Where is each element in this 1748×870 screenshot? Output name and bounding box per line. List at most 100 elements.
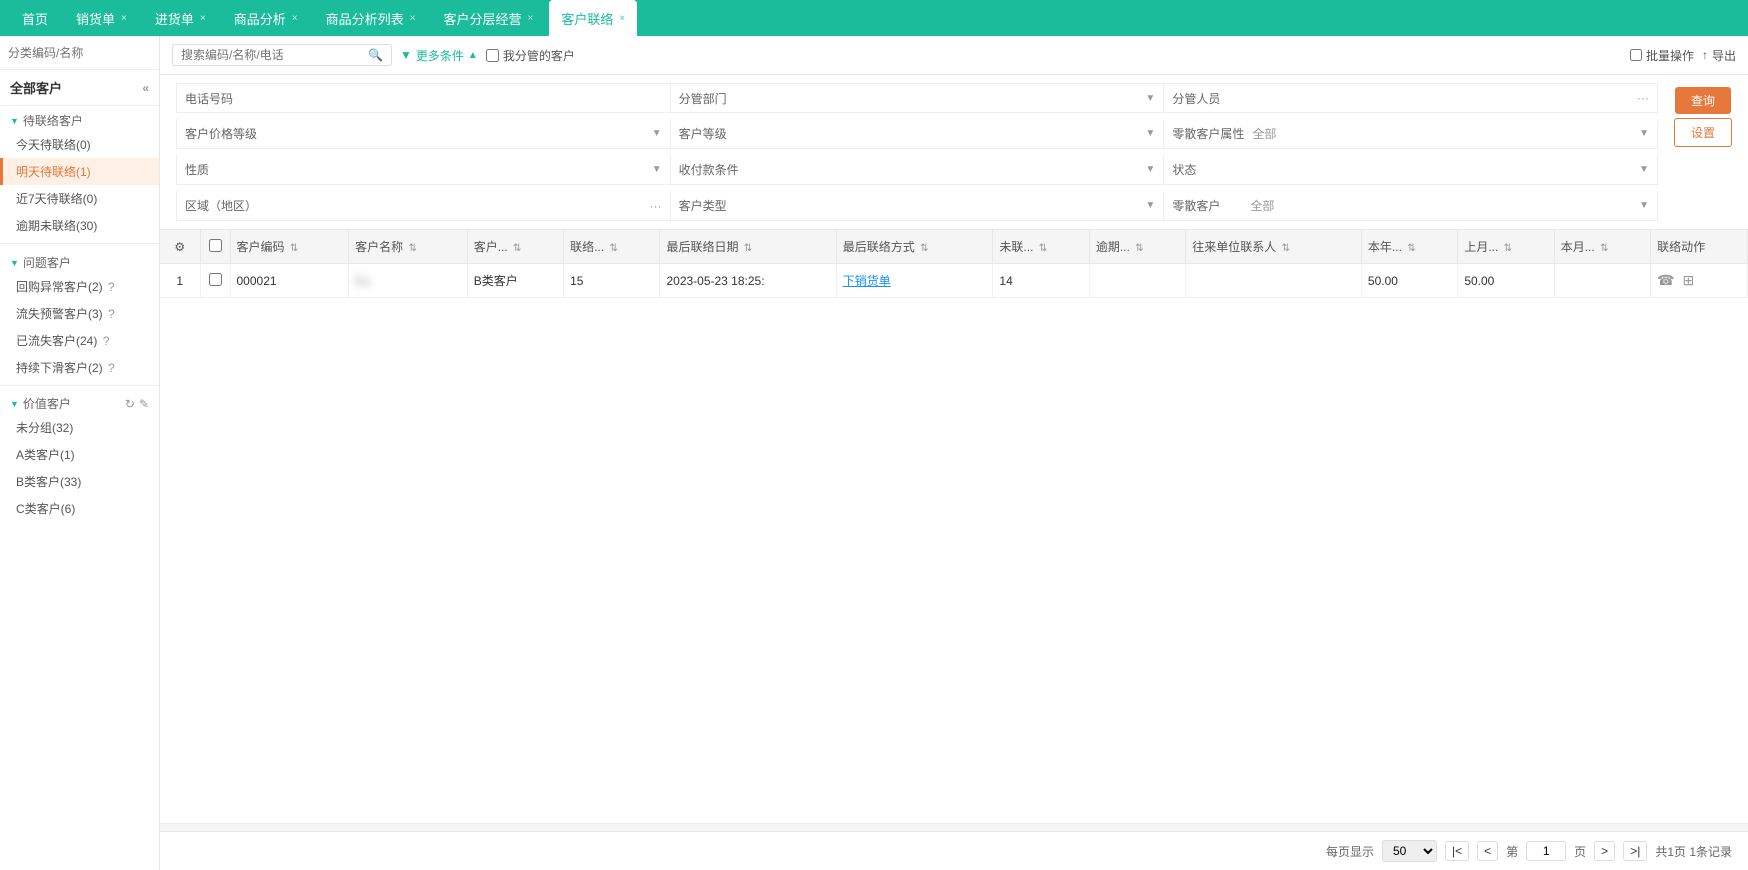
sort-date-icon[interactable]: ⇅ [744,243,752,254]
sidebar-item-ungroup[interactable]: 未分组(32) [0,414,159,441]
phone-action-icon[interactable]: ☎ [1657,272,1674,289]
sort-code-icon[interactable]: ⇅ [290,243,298,254]
sort-thismonth-icon[interactable]: ⇅ [1600,243,1608,254]
row-checkbox[interactable] [209,273,222,286]
sort-method-icon[interactable]: ⇅ [920,243,928,254]
sidebar-item-repurchase[interactable]: 回购异常客户(2) ? [0,273,159,300]
sidebar-all-customers[interactable]: 全部客户 « [0,70,159,106]
sidebar-group-value[interactable]: 价值客户 [10,395,71,412]
toolbar-search-input[interactable] [181,48,368,62]
sort-count-icon[interactable]: ⇅ [609,243,617,254]
col-checkbox[interactable] [200,230,230,264]
sidebar-group-problem[interactable]: 问题客户 [0,248,159,273]
filter-nature-label: 性质 [185,161,255,178]
close-purchase-icon[interactable]: × [200,13,206,24]
nav-customer-tier[interactable]: 客户分层经营 × [431,0,545,36]
action-icons: ☎ ⊞ [1657,272,1741,289]
sort-thisyear-icon[interactable]: ⇅ [1407,243,1415,254]
filter-customer-type-select[interactable]: ▼ [757,200,1156,211]
sort-name-icon[interactable]: ⇅ [408,243,416,254]
col-settings[interactable]: ⚙ [160,230,200,264]
last-page-button[interactable]: >| [1623,841,1647,861]
set-button[interactable]: 设置 [1674,118,1732,147]
sidebar-group-pending[interactable]: 待联络客户 [0,106,159,131]
filter-price-grade-select[interactable]: ▼ [265,128,662,139]
cell-contact-person [1186,264,1362,298]
nav-sales[interactable]: 销货单 × [64,0,139,36]
filter-payment-select[interactable]: ▼ [757,164,1156,175]
filter-person-dots[interactable]: ··· [1637,91,1649,105]
cell-checkbox[interactable] [200,264,230,298]
nav-home[interactable]: 首页 [10,0,60,36]
sort-person-icon[interactable]: ⇅ [1282,243,1290,254]
cell-last-method[interactable]: 下销货单 [836,264,993,298]
filter-region-select[interactable]: ··· [265,199,662,213]
nav-product-list[interactable]: 商品分析列表 × [314,0,428,36]
filter-retail-customer-select[interactable]: 全部 ▼ [1250,197,1649,214]
filter-nature-select[interactable]: ▼ [263,164,662,175]
filter-status-select[interactable]: ▼ [1250,164,1649,175]
more-filter-button[interactable]: ▼ 更多条件 ▲ [400,47,478,64]
filter-person-select[interactable]: ··· [1250,91,1649,105]
sidebar-item-lost[interactable]: 已流失客户(24) ? [0,327,159,354]
close-sales-icon[interactable]: × [121,13,127,24]
sidebar-item-overdue[interactable]: 逾期未联络(30) [0,212,159,239]
sort-overdue-icon[interactable]: ⇅ [1135,243,1143,254]
per-page-select[interactable]: 50 100 200 [1382,840,1437,862]
batch-operation-button[interactable]: 批量操作 [1630,47,1694,64]
sidebar-item-lostwarning[interactable]: 流失预警客户(3) ? [0,300,159,327]
close-customer-tier-icon[interactable]: × [527,13,533,24]
sidebar-item-declining[interactable]: 持续下滑客户(2) ? [0,354,159,381]
settings-icon[interactable]: ⚙ [174,240,185,254]
first-page-button[interactable]: |< [1445,841,1469,861]
filter-customer-grade-select[interactable]: ▼ [757,128,1156,139]
filter-region-dots[interactable]: ··· [650,199,662,213]
batch-checkbox[interactable] [1630,49,1642,61]
sidebar-item-today[interactable]: 今天待联络(0) [0,131,159,158]
sort-lastmonth-icon[interactable]: ⇅ [1504,243,1512,254]
last-method-link[interactable]: 下销货单 [843,274,891,288]
nav-customer-contact[interactable]: 客户联络 × [549,0,637,36]
sort-type-icon[interactable]: ⇅ [513,243,521,254]
next-page-button[interactable]: > [1594,841,1615,861]
page-input[interactable] [1526,841,1566,861]
filter-retail-customer: 零散客户 全部 ▼ [1164,191,1658,221]
nav-purchase[interactable]: 进货单 × [143,0,218,36]
main-layout: 🔍 全部客户 « 待联络客户 今天待联络(0) 明天待联络(1) 近7天待联络(… [0,36,1748,870]
close-product-analysis-icon[interactable]: × [292,13,298,24]
filter-customer-type: 客户类型 ▼ [671,191,1165,221]
grid-action-icon[interactable]: ⊞ [1683,272,1695,289]
filter-nature-arrow: ▼ [652,164,662,175]
sidebar-item-tomorrow[interactable]: 明天待联络(1) [0,158,159,185]
nav-product-analysis[interactable]: 商品分析 × [222,0,310,36]
my-customers-checkbox[interactable] [486,49,499,62]
sidebar-refresh-icon[interactable]: ↻ [125,397,135,411]
sort-nocontact-icon[interactable]: ⇅ [1039,243,1047,254]
sidebar-item-ctype[interactable]: C类客户(6) [0,495,159,522]
sidebar-search-input[interactable] [8,46,160,60]
filter-nature: 性质 ▼ [176,155,671,185]
filter-phone-input[interactable] [263,91,662,105]
export-button[interactable]: ↑ 导出 [1702,47,1736,64]
filter-retail-attr-select[interactable]: 全部 ▼ [1252,125,1649,142]
filter-dept-select[interactable]: ▼ [757,93,1156,104]
filter-person: 分管人员 ··· [1164,83,1658,113]
toolbar-search-icon[interactable]: 🔍 [368,48,383,62]
my-customers-checkbox-label[interactable]: 我分管的客户 [486,47,575,64]
query-button[interactable]: 查询 [1675,87,1731,114]
close-customer-contact-icon[interactable]: × [619,13,625,24]
sidebar-collapse-icon[interactable]: « [142,81,149,95]
sidebar-item-7days[interactable]: 近7天待联络(0) [0,185,159,212]
filter-status-label: 状态 [1172,161,1242,178]
customer-table: ⚙ 客户编码 ⇅ 客户名称 ⇅ [160,230,1748,298]
horizontal-scrollbar[interactable] [160,823,1748,831]
select-all-checkbox[interactable] [209,239,222,252]
sidebar-value-icons: ↻ ✎ [125,397,149,411]
sidebar-item-btype[interactable]: B类客户(33) [0,468,159,495]
filter-retail-customer-arrow: ▼ [1639,200,1649,211]
close-product-list-icon[interactable]: × [410,13,416,24]
filter-customer-grade: 客户等级 ▼ [671,119,1165,149]
sidebar-edit-icon[interactable]: ✎ [139,397,149,411]
sidebar-item-atype[interactable]: A类客户(1) [0,441,159,468]
prev-page-button[interactable]: < [1477,841,1498,861]
